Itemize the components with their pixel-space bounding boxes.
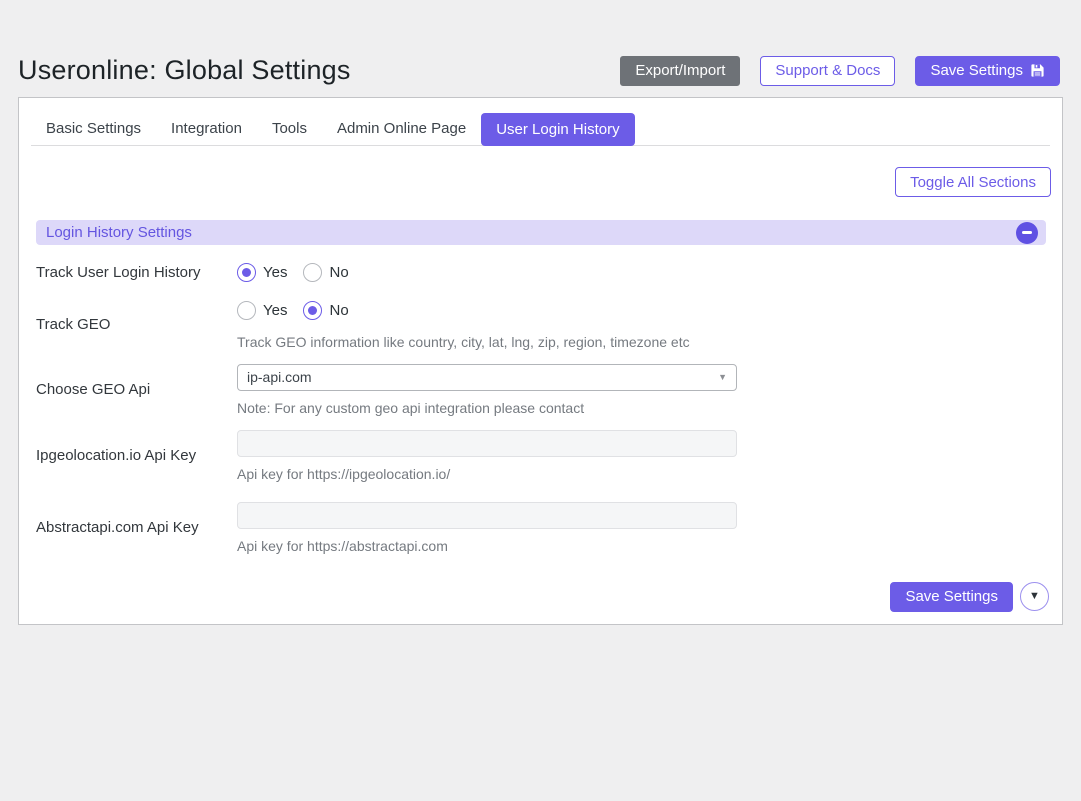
save-settings-button-bottom[interactable]: Save Settings [890,581,1013,612]
save-settings-label: Save Settings [930,62,1023,79]
caret-down-icon: ▼ [1029,590,1040,602]
geo-api-select-wrap: ip-api.com ▼ [237,363,737,391]
field-label: Track GEO [36,316,111,334]
save-options-dropdown-button[interactable]: ▼ [1020,582,1049,611]
page-title: Useronline: Global Settings [18,55,351,85]
field-help-text: Api key for https://ipgeolocation.io/ [237,465,451,482]
radio-selected-icon [237,263,256,283]
radio-label: Yes [263,264,288,282]
field-label: Abstractapi.com Api Key [36,518,199,536]
radio-unselected-icon [303,263,323,283]
form-row-ipgeolocation-api-key: Ipgeolocation.io Api Key Api key for htt… [36,429,1062,482]
ipgeolocation-api-key-input[interactable] [237,429,737,457]
settings-card: Basic Settings Integration Tools Admin O… [18,97,1063,625]
collapse-section-button[interactable] [1016,221,1038,244]
minus-icon [1022,231,1032,234]
field-label: Track User Login History [36,264,201,281]
tab-admin-online-page[interactable]: Admin Online Page [322,112,481,145]
toggle-all-sections-button[interactable]: Toggle All Sections [895,167,1051,197]
section-header-login-history[interactable]: Login History Settings [36,220,1046,245]
field-help-text: Track GEO information like country, city… [237,333,690,350]
radio-label: Yes [263,301,288,319]
tab-user-login-history[interactable]: User Login History [481,113,635,146]
field-help-text: Note: For any custom geo api integration… [237,399,585,416]
radio-unselected-icon [237,300,256,320]
toggle-row: Toggle All Sections [19,167,1051,197]
tab-basic-settings[interactable]: Basic Settings [31,112,156,145]
form-row-track-user-login-history: Track User Login History Yes No [36,263,1062,283]
tab-tools[interactable]: Tools [257,112,322,145]
radio-option-yes[interactable]: Yes [237,300,288,320]
form-row-choose-geo-api: Choose GEO Api ip-api.com ▼ Note: For an… [36,363,1062,416]
section-title: Login History Settings [46,224,192,241]
radio-selected-icon [303,300,323,320]
radio-group-track-login: Yes No [237,263,757,283]
tab-integration[interactable]: Integration [156,112,257,145]
radio-option-yes[interactable]: Yes [237,263,288,283]
form-row-track-geo: Track GEO Yes No Track GEO information l… [36,300,1062,350]
radio-group-track-geo: Yes No [237,300,757,320]
radio-option-no[interactable]: No [303,300,349,320]
radio-option-no[interactable]: No [303,263,349,283]
radio-label: No [329,301,349,319]
login-history-form: Track User Login History Yes No Track GE… [19,245,1062,554]
field-label: Ipgeolocation.io Api Key [36,446,197,464]
radio-label: No [329,264,349,282]
page-header: Useronline: Global Settings Export/Impor… [0,0,1081,97]
geo-api-select[interactable]: ip-api.com [237,363,737,391]
footer-save-row: Save Settings ▼ [19,581,1049,612]
tab-bar: Basic Settings Integration Tools Admin O… [31,98,1050,146]
field-label: Choose GEO Api [36,380,151,398]
field-help-text: Api key for https://abstractapi.com [237,537,448,554]
floppy-disk-icon [1030,63,1045,78]
support-docs-button[interactable]: Support & Docs [760,55,896,86]
abstractapi-api-key-input[interactable] [237,501,737,529]
form-row-abstractapi-api-key: Abstractapi.com Api Key Api key for http… [36,501,1062,554]
export-import-button[interactable]: Export/Import [620,55,741,86]
save-settings-button-top[interactable]: Save Settings [915,55,1060,86]
header-actions: Export/Import Support & Docs Save Settin… [620,55,1060,86]
